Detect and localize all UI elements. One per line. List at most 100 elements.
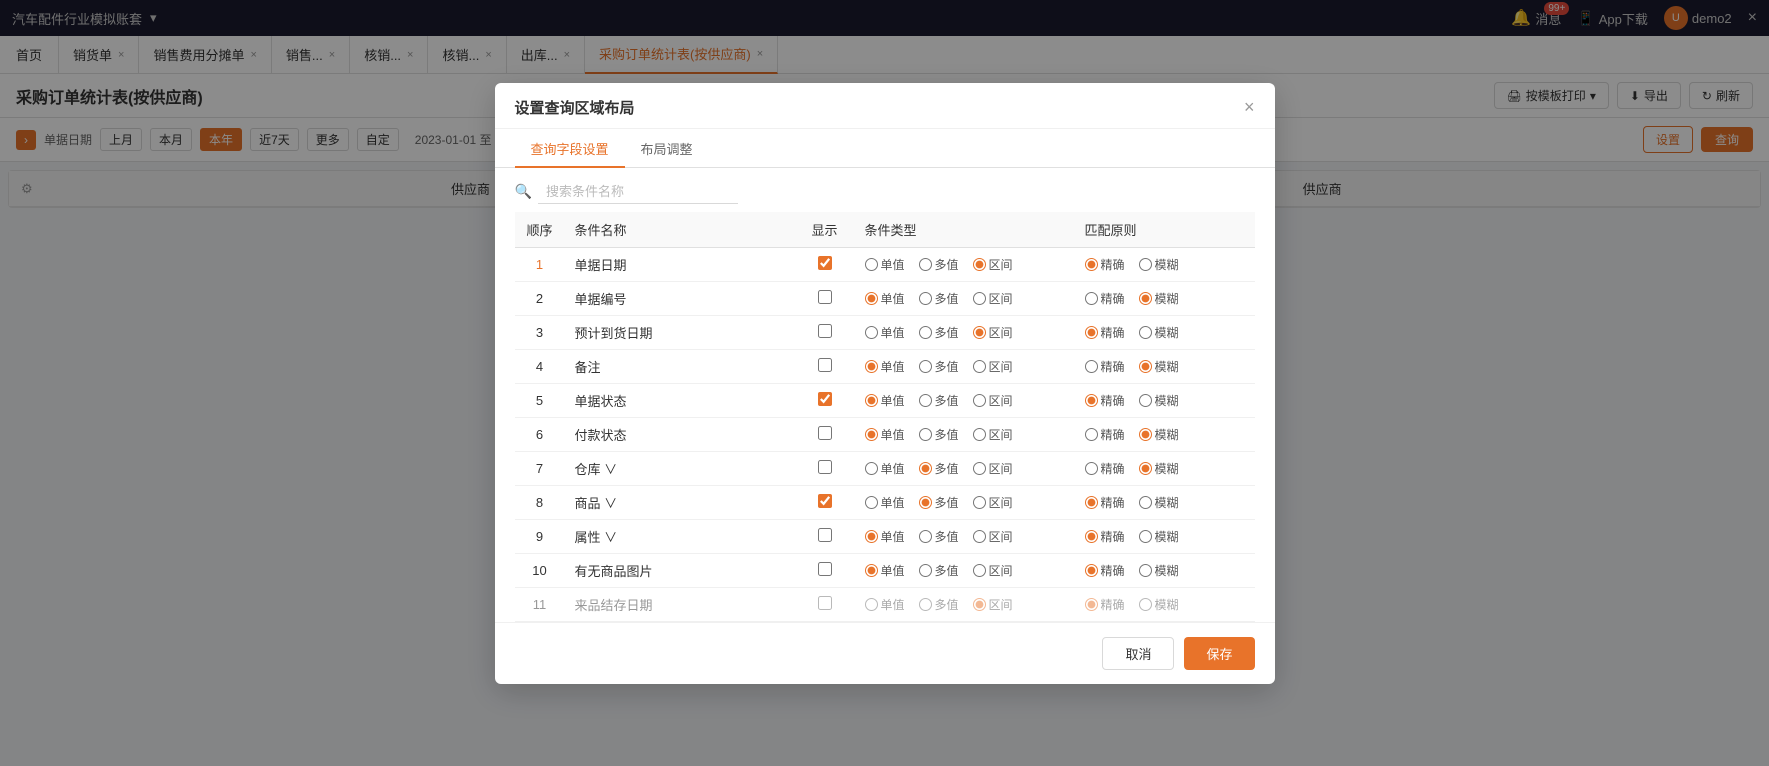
match-radio-label[interactable]: 模糊 bbox=[1139, 290, 1179, 307]
match-radio[interactable] bbox=[1139, 496, 1152, 509]
match-radio[interactable] bbox=[1139, 292, 1152, 305]
type-radio[interactable] bbox=[973, 394, 986, 407]
type-radio[interactable] bbox=[865, 564, 878, 577]
display-checkbox[interactable] bbox=[818, 596, 832, 610]
match-radio-label[interactable]: 精确 bbox=[1085, 358, 1125, 375]
type-radio-label[interactable]: 区间 bbox=[973, 596, 1013, 613]
display-checkbox[interactable] bbox=[818, 460, 832, 474]
modal-search-input[interactable] bbox=[538, 180, 738, 204]
type-radio[interactable] bbox=[865, 530, 878, 543]
display-checkbox[interactable] bbox=[818, 324, 832, 338]
type-radio-label[interactable]: 区间 bbox=[973, 256, 1013, 273]
match-radio[interactable] bbox=[1139, 462, 1152, 475]
match-radio-label[interactable]: 精确 bbox=[1085, 256, 1125, 273]
type-radio[interactable] bbox=[919, 292, 932, 305]
type-radio[interactable] bbox=[919, 530, 932, 543]
type-radio-label[interactable]: 多值 bbox=[919, 392, 959, 409]
display-checkbox[interactable] bbox=[818, 562, 832, 576]
match-radio-label[interactable]: 精确 bbox=[1085, 324, 1125, 341]
type-radio[interactable] bbox=[865, 258, 878, 271]
type-radio[interactable] bbox=[919, 496, 932, 509]
match-radio[interactable] bbox=[1085, 462, 1098, 475]
type-radio-label[interactable]: 多值 bbox=[919, 460, 959, 477]
match-radio-label[interactable]: 模糊 bbox=[1139, 562, 1179, 579]
display-checkbox[interactable] bbox=[818, 392, 832, 406]
type-radio[interactable] bbox=[919, 428, 932, 441]
match-radio[interactable] bbox=[1085, 564, 1098, 577]
type-radio-label[interactable]: 区间 bbox=[973, 290, 1013, 307]
type-radio-label[interactable]: 区间 bbox=[973, 426, 1013, 443]
type-radio-label[interactable]: 区间 bbox=[973, 460, 1013, 477]
display-checkbox[interactable] bbox=[818, 494, 832, 508]
type-radio-label[interactable]: 单值 bbox=[865, 290, 905, 307]
type-radio-label[interactable]: 单值 bbox=[865, 528, 905, 545]
match-radio[interactable] bbox=[1085, 326, 1098, 339]
type-radio[interactable] bbox=[919, 462, 932, 475]
type-radio-label[interactable]: 多值 bbox=[919, 256, 959, 273]
type-radio[interactable] bbox=[973, 326, 986, 339]
type-radio[interactable] bbox=[973, 428, 986, 441]
type-radio[interactable] bbox=[865, 394, 878, 407]
type-radio-label[interactable]: 区间 bbox=[973, 528, 1013, 545]
type-radio-label[interactable]: 单值 bbox=[865, 256, 905, 273]
match-radio[interactable] bbox=[1139, 394, 1152, 407]
match-radio-label[interactable]: 模糊 bbox=[1139, 596, 1179, 613]
type-radio[interactable] bbox=[973, 598, 986, 611]
type-radio-label[interactable]: 单值 bbox=[865, 494, 905, 511]
type-radio[interactable] bbox=[919, 360, 932, 373]
type-radio-label[interactable]: 多值 bbox=[919, 528, 959, 545]
match-radio[interactable] bbox=[1085, 258, 1098, 271]
modal-tab-layout[interactable]: 布局调整 bbox=[625, 129, 709, 168]
match-radio-label[interactable]: 模糊 bbox=[1139, 256, 1179, 273]
type-radio-label[interactable]: 区间 bbox=[973, 494, 1013, 511]
type-radio[interactable] bbox=[865, 326, 878, 339]
match-radio[interactable] bbox=[1139, 598, 1152, 611]
match-radio-label[interactable]: 精确 bbox=[1085, 528, 1125, 545]
type-radio-label[interactable]: 单值 bbox=[865, 460, 905, 477]
match-radio[interactable] bbox=[1085, 292, 1098, 305]
type-radio-label[interactable]: 多值 bbox=[919, 290, 959, 307]
type-radio[interactable] bbox=[973, 462, 986, 475]
type-radio-label[interactable]: 多值 bbox=[919, 358, 959, 375]
type-radio-label[interactable]: 区间 bbox=[973, 392, 1013, 409]
type-radio-label[interactable]: 单值 bbox=[865, 596, 905, 613]
type-radio-label[interactable]: 多值 bbox=[919, 324, 959, 341]
match-radio-label[interactable]: 精确 bbox=[1085, 562, 1125, 579]
type-radio-label[interactable]: 单值 bbox=[865, 426, 905, 443]
type-radio[interactable] bbox=[973, 292, 986, 305]
match-radio-label[interactable]: 模糊 bbox=[1139, 494, 1179, 511]
type-radio-label[interactable]: 单值 bbox=[865, 324, 905, 341]
match-radio-label[interactable]: 精确 bbox=[1085, 290, 1125, 307]
display-checkbox[interactable] bbox=[818, 290, 832, 304]
type-radio[interactable] bbox=[973, 530, 986, 543]
display-checkbox[interactable] bbox=[818, 256, 832, 270]
type-radio[interactable] bbox=[973, 496, 986, 509]
match-radio[interactable] bbox=[1139, 360, 1152, 373]
match-radio-label[interactable]: 精确 bbox=[1085, 494, 1125, 511]
display-checkbox[interactable] bbox=[818, 358, 832, 372]
match-radio-label[interactable]: 精确 bbox=[1085, 596, 1125, 613]
type-radio[interactable] bbox=[865, 360, 878, 373]
display-checkbox[interactable] bbox=[818, 528, 832, 542]
match-radio[interactable] bbox=[1139, 258, 1152, 271]
match-radio[interactable] bbox=[1085, 428, 1098, 441]
type-radio-label[interactable]: 区间 bbox=[973, 562, 1013, 579]
match-radio-label[interactable]: 模糊 bbox=[1139, 392, 1179, 409]
type-radio[interactable] bbox=[865, 598, 878, 611]
type-radio-label[interactable]: 单值 bbox=[865, 358, 905, 375]
match-radio-label[interactable]: 精确 bbox=[1085, 392, 1125, 409]
match-radio-label[interactable]: 模糊 bbox=[1139, 426, 1179, 443]
cancel-btn[interactable]: 取消 bbox=[1102, 637, 1174, 670]
type-radio[interactable] bbox=[865, 428, 878, 441]
type-radio[interactable] bbox=[919, 326, 932, 339]
match-radio[interactable] bbox=[1085, 530, 1098, 543]
match-radio-label[interactable]: 精确 bbox=[1085, 460, 1125, 477]
type-radio[interactable] bbox=[919, 598, 932, 611]
type-radio[interactable] bbox=[973, 564, 986, 577]
type-radio-label[interactable]: 单值 bbox=[865, 562, 905, 579]
type-radio-label[interactable]: 区间 bbox=[973, 358, 1013, 375]
type-radio-label[interactable]: 单值 bbox=[865, 392, 905, 409]
match-radio[interactable] bbox=[1139, 530, 1152, 543]
match-radio[interactable] bbox=[1085, 598, 1098, 611]
type-radio[interactable] bbox=[973, 258, 986, 271]
